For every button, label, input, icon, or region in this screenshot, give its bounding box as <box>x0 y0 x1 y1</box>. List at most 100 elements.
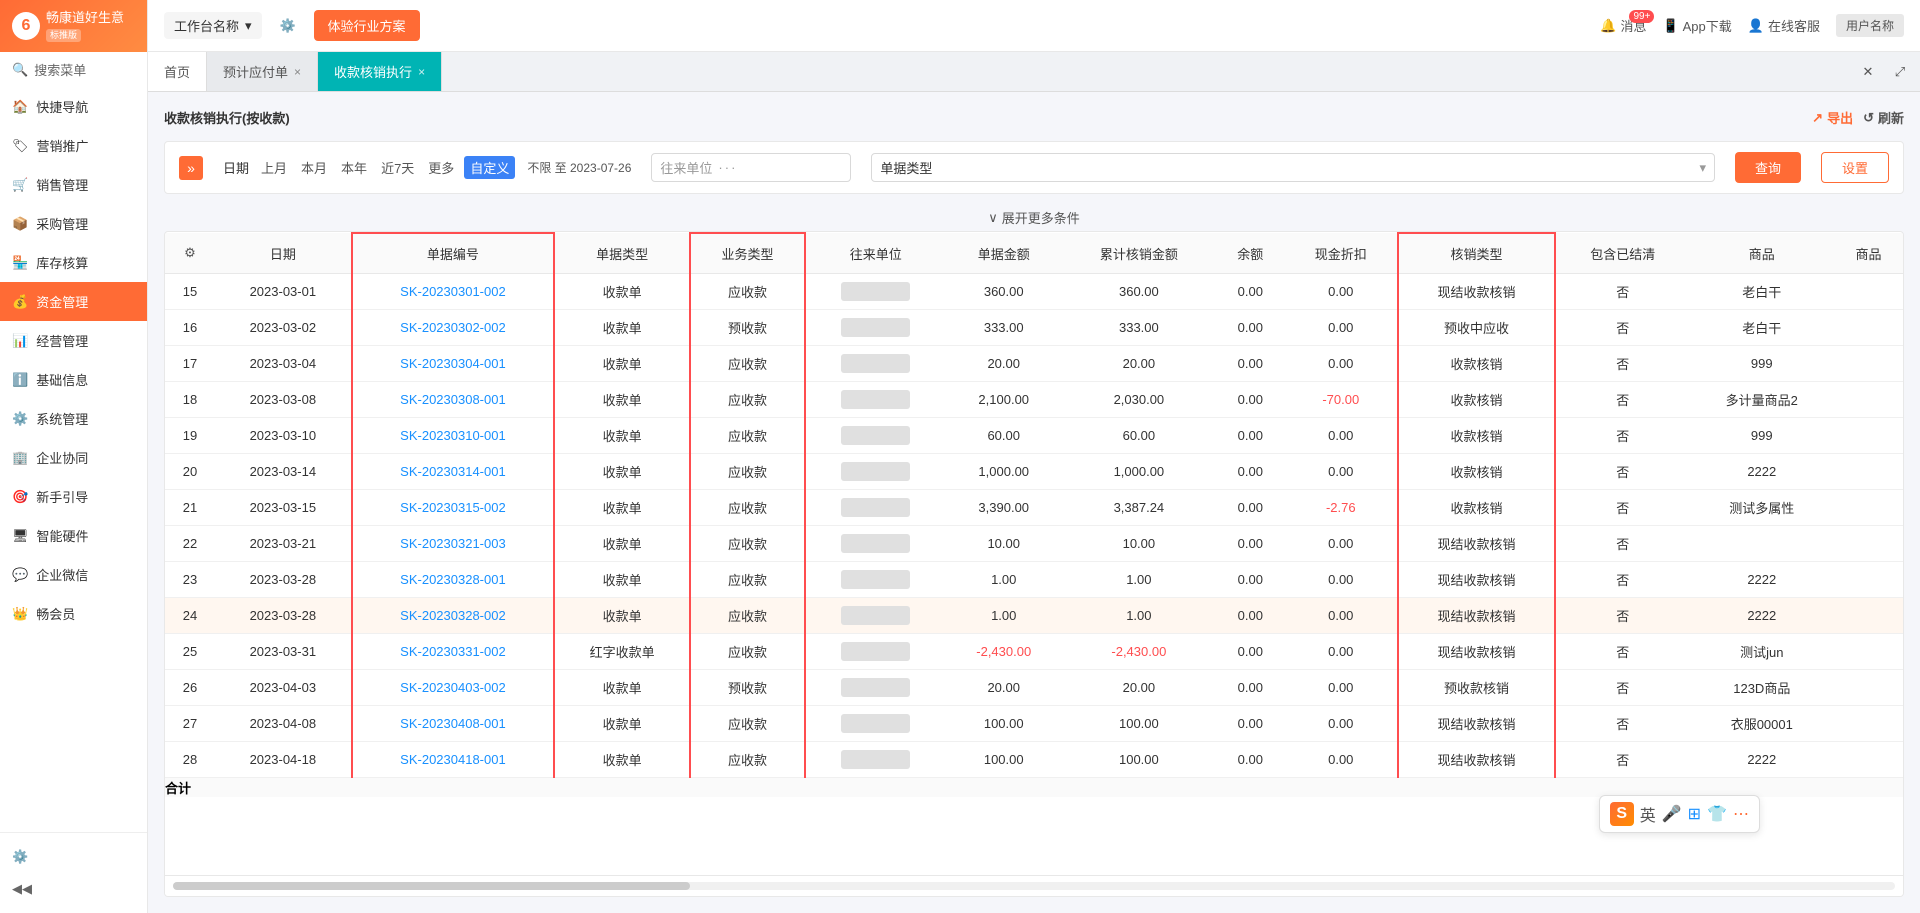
tab-prepay[interactable]: 预计应付单 × <box>207 52 318 91</box>
table-row: 16 2023-03-02 SK-20230302-002 收款单 预收款 33… <box>165 310 1903 346</box>
watermark-grid-icon[interactable]: ⊞ <box>1688 804 1701 824</box>
row-date: 2023-04-08 <box>215 706 352 742</box>
tab-prepay-close-icon[interactable]: × <box>294 65 301 79</box>
row-bill-no[interactable]: SK-20230308-001 <box>352 382 554 418</box>
row-amount: 1,000.00 <box>946 454 1062 490</box>
tab-verify[interactable]: 收款核销执行 × <box>318 52 442 91</box>
row-amount: -2,430.00 <box>946 634 1062 670</box>
tab-verify-close-icon[interactable]: × <box>418 65 425 79</box>
sidebar-item-basic-info[interactable]: ℹ️ 基础信息 <box>0 360 147 399</box>
watermark-apps-icon[interactable]: ⋯ <box>1733 804 1749 824</box>
col-settings-icon[interactable]: ⚙ <box>165 233 215 274</box>
sidebar-settings-button[interactable]: ⚙️ <box>0 841 147 873</box>
tab-close-window-icon[interactable]: ✕ <box>1856 60 1880 84</box>
scrollbar-thumb[interactable] <box>173 882 690 890</box>
sidebar-item-sales[interactable]: 🛒 销售管理 <box>0 165 147 204</box>
col-bill-type-header: 单据类型 <box>554 233 690 274</box>
filter-toggle-button[interactable]: » <box>179 156 203 180</box>
date-opt-last-month[interactable]: 上月 <box>257 156 291 179</box>
row-product2 <box>1834 562 1903 598</box>
row-biz-type: 应收款 <box>690 346 805 382</box>
filter-settings-button[interactable]: 设置 <box>1821 152 1889 183</box>
date-opt-custom[interactable]: 自定义 <box>464 156 515 179</box>
row-bill-no[interactable]: SK-20230310-001 <box>352 418 554 454</box>
watermark-text-icon[interactable]: 英 <box>1640 802 1656 826</box>
expand-conditions-button[interactable]: ∨ 展开更多条件 <box>164 204 1904 231</box>
tab-maximize-icon[interactable]: ⤢ <box>1888 60 1912 84</box>
row-bill-no[interactable]: SK-20230301-002 <box>352 274 554 310</box>
query-button[interactable]: 查询 <box>1735 152 1801 183</box>
row-settled: 否 <box>1555 382 1689 418</box>
sidebar: 6 畅康道好生意 标推版 🔍 搜索菜单 🏠 快捷导航 🏷 营销推广 🛒 销售管理… <box>0 0 148 913</box>
row-bill-no[interactable]: SK-20230418-001 <box>352 742 554 778</box>
row-bill-no[interactable]: SK-20230315-002 <box>352 490 554 526</box>
app-download-button[interactable]: 📱 App下载 <box>1662 16 1731 35</box>
row-discount: 0.00 <box>1285 598 1398 634</box>
sidebar-search[interactable]: 🔍 搜索菜单 <box>0 52 147 87</box>
row-no: 20 <box>165 454 215 490</box>
export-button[interactable]: ↗ 导出 <box>1812 108 1853 127</box>
sidebar-item-system[interactable]: ⚙️ 系统管理 <box>0 399 147 438</box>
online-service-button[interactable]: 👤 在线客服 <box>1748 16 1820 35</box>
col-balance-header: 余额 <box>1216 233 1285 274</box>
row-cum-amount: 60.00 <box>1062 418 1216 454</box>
row-bill-no[interactable]: SK-20230321-003 <box>352 526 554 562</box>
row-bill-no[interactable]: SK-20230328-002 <box>352 598 554 634</box>
topbar-gear-icon[interactable]: ⚙️ <box>274 12 302 40</box>
sidebar-collapse-button[interactable]: ◀◀ <box>0 873 147 905</box>
sidebar-item-purchase[interactable]: 📦 采购管理 <box>0 204 147 243</box>
row-balance: 0.00 <box>1216 598 1285 634</box>
user-info[interactable]: 用户名称 <box>1836 14 1904 37</box>
date-opt-this-year[interactable]: 本年 <box>337 156 371 179</box>
row-biz-type: 应收款 <box>690 562 805 598</box>
row-bill-type: 收款单 <box>554 742 690 778</box>
watermark-logo: S <box>1610 802 1634 826</box>
sidebar-item-marketing[interactable]: 🏷 营销推广 <box>0 126 147 165</box>
row-cum-amount: 3,387.24 <box>1062 490 1216 526</box>
row-no: 16 <box>165 310 215 346</box>
row-bill-no[interactable]: SK-20230331-002 <box>352 634 554 670</box>
row-bill-no[interactable]: SK-20230304-001 <box>352 346 554 382</box>
row-bill-no[interactable]: SK-20230302-002 <box>352 310 554 346</box>
date-opt-this-month[interactable]: 本月 <box>297 156 331 179</box>
sidebar-item-quick-nav[interactable]: 🏠 快捷导航 <box>0 87 147 126</box>
date-opt-more[interactable]: 更多 <box>424 156 458 179</box>
row-cum-amount: 100.00 <box>1062 706 1216 742</box>
app-logo-text: 畅康道好生意 标推版 <box>46 10 124 43</box>
col-bill-no-header: 单据编号 <box>352 233 554 274</box>
row-partner <box>805 526 946 562</box>
row-bill-no[interactable]: SK-20230403-002 <box>352 670 554 706</box>
sidebar-item-member[interactable]: 👑 畅会员 <box>0 594 147 633</box>
date-opt-7days[interactable]: 近7天 <box>377 156 418 179</box>
sidebar-item-finance[interactable]: 💰 资金管理 <box>0 282 147 321</box>
row-amount: 100.00 <box>946 742 1062 778</box>
sidebar-item-hardware[interactable]: 🖥 智能硬件 <box>0 516 147 555</box>
partner-filter[interactable]: 往来单位 ··· <box>651 153 851 182</box>
table-scroll-area[interactable]: ⚙ 日期 单据编号 单据类型 业务类型 往来单位 单据金额 累计核销金额 余额 … <box>165 232 1903 875</box>
topbar-right: 🔔 消息 99+ 📱 App下载 👤 在线客服 用户名称 <box>1600 14 1904 37</box>
watermark-shirt-icon[interactable]: 👕 <box>1707 804 1727 824</box>
row-discount: 0.00 <box>1285 562 1398 598</box>
row-product2 <box>1834 454 1903 490</box>
row-bill-no[interactable]: SK-20230314-001 <box>352 454 554 490</box>
message-button[interactable]: 🔔 消息 99+ <box>1600 16 1646 35</box>
row-bill-no[interactable]: SK-20230408-001 <box>352 706 554 742</box>
horizontal-scrollbar[interactable] <box>173 882 1895 890</box>
sidebar-item-guide[interactable]: 🎯 新手引导 <box>0 477 147 516</box>
warehouse-icon: 🏪 <box>12 255 28 271</box>
sidebar-item-wechat[interactable]: 💬 企业微信 <box>0 555 147 594</box>
tab-home[interactable]: 首页 <box>148 52 207 91</box>
sidebar-item-inventory[interactable]: 🏪 库存核算 <box>0 243 147 282</box>
refresh-button[interactable]: ↺ 刷新 <box>1863 108 1904 127</box>
sidebar-item-operations[interactable]: 📊 经营管理 <box>0 321 147 360</box>
message-icon: 🔔 <box>1600 18 1616 34</box>
watermark-mic-icon[interactable]: 🎤 <box>1662 804 1682 824</box>
workspace-selector[interactable]: 工作台名称 ▾ <box>164 12 262 39</box>
row-bill-no[interactable]: SK-20230328-001 <box>352 562 554 598</box>
bill-type-filter[interactable]: 单据类型 ▾ <box>871 153 1715 182</box>
row-product2 <box>1834 634 1903 670</box>
sidebar-item-enterprise[interactable]: 🏢 企业协同 <box>0 438 147 477</box>
row-amount: 2,100.00 <box>946 382 1062 418</box>
topbar: 工作台名称 ▾ ⚙️ 体验行业方案 🔔 消息 99+ 📱 App下载 👤 在线客… <box>148 0 1920 52</box>
industry-solution-button[interactable]: 体验行业方案 <box>314 10 420 41</box>
